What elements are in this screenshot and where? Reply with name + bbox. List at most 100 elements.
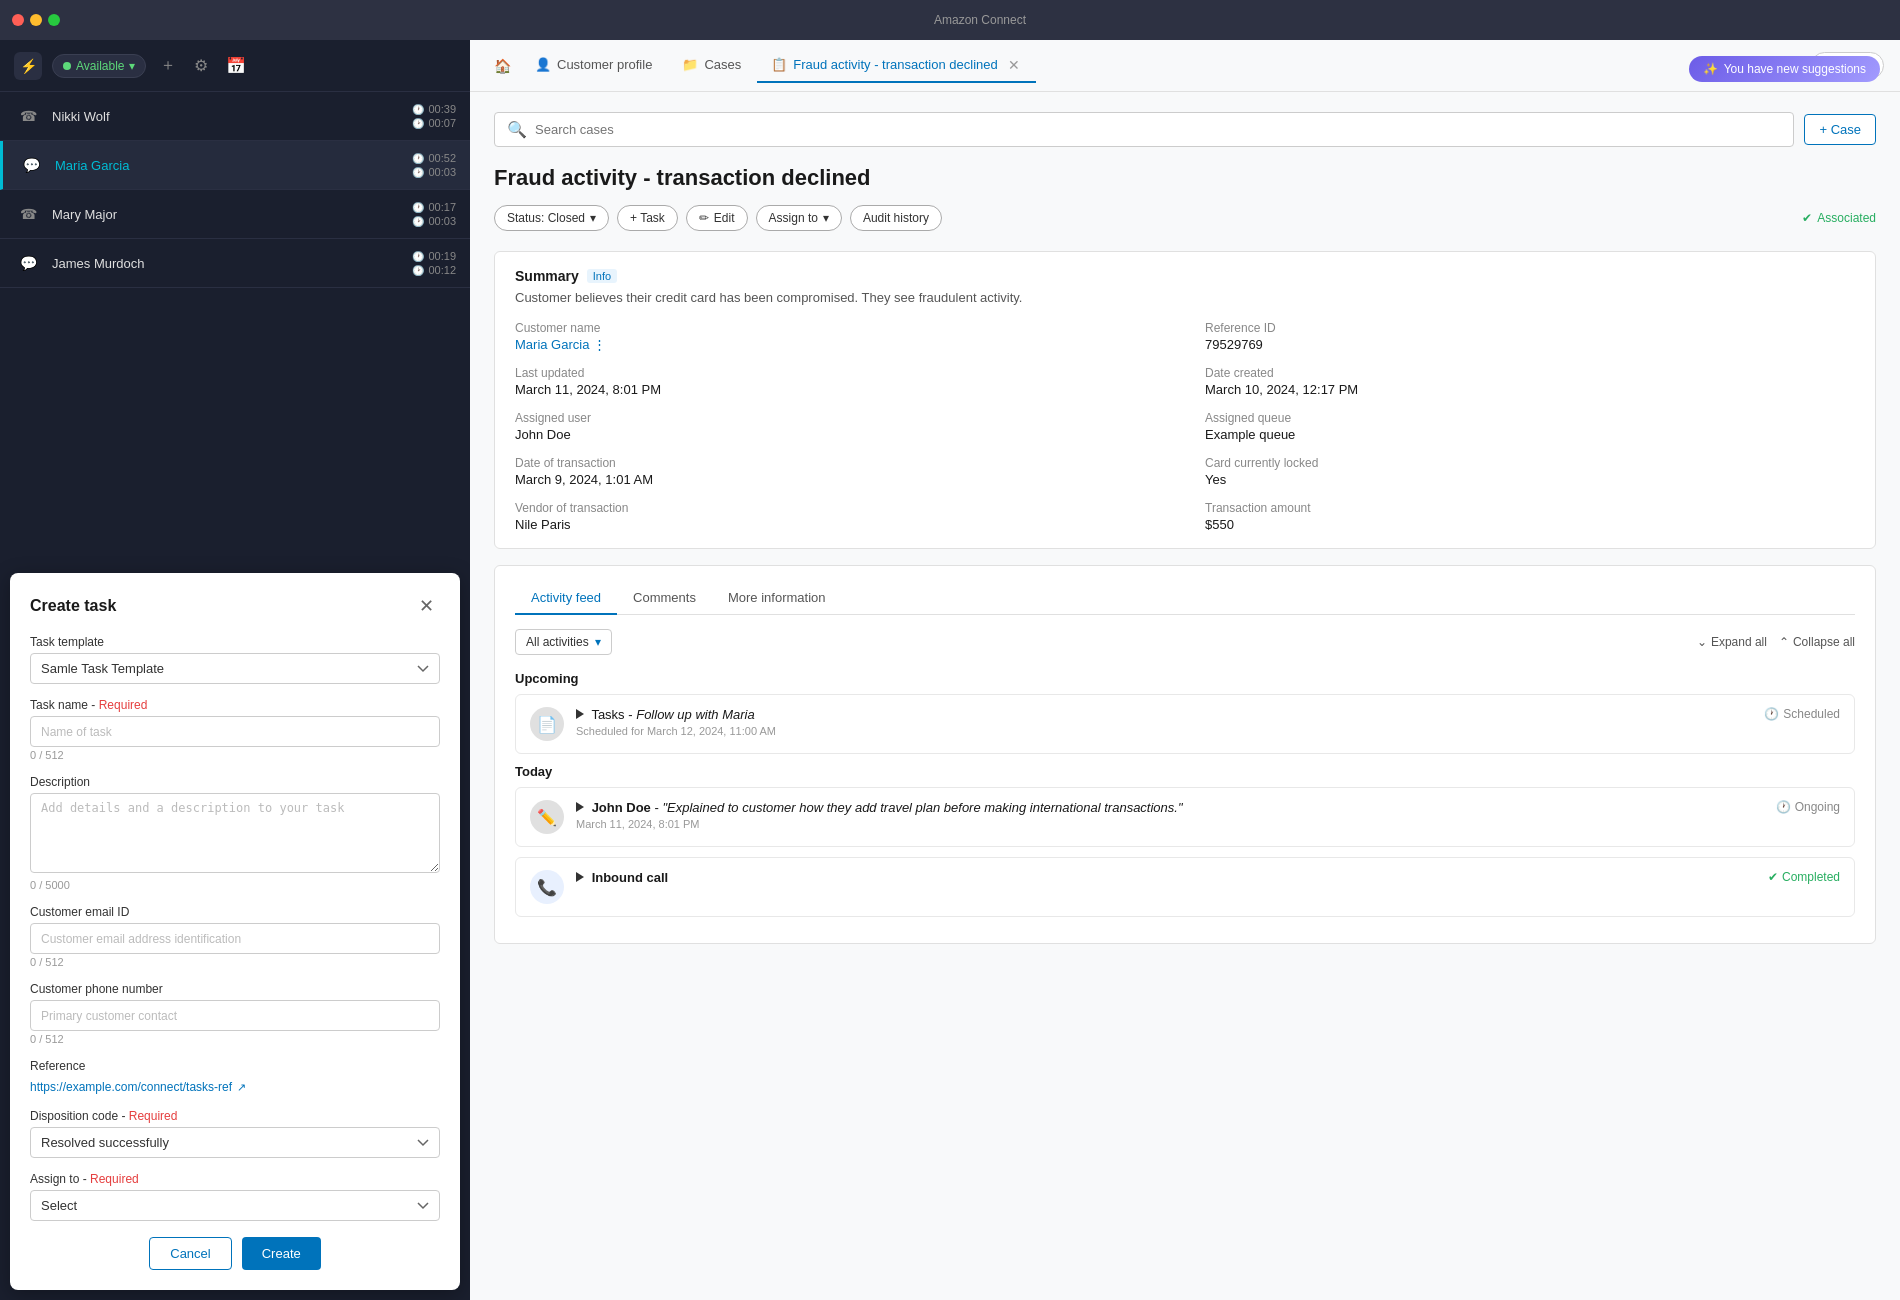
status-label: Available — [76, 59, 124, 73]
home-tab[interactable]: 🏠 — [486, 50, 519, 82]
tab-cases[interactable]: 📁 Cases — [668, 49, 755, 82]
activity-time: March 11, 2024, 8:01 PM — [576, 818, 1764, 830]
summary-field-card-locked: Card currently locked Yes — [1205, 456, 1855, 487]
expand-down-icon: ⌄ — [1697, 635, 1707, 649]
contact-times: 🕐00:39 🕑00:07 — [412, 103, 456, 129]
tab-comments[interactable]: Comments — [617, 582, 712, 615]
filter-chevron: ▾ — [595, 635, 601, 649]
edit-icon: ✏ — [699, 211, 709, 225]
create-button[interactable]: Create — [242, 1237, 321, 1270]
edit-label: Edit — [714, 211, 735, 225]
assign-to-button[interactable]: Assign to ▾ — [756, 205, 842, 231]
summary-field-reference-id: Reference ID 79529769 — [1205, 321, 1855, 352]
contact-icon: 💬 — [14, 249, 42, 277]
activity-title: John Doe - "Explained to customer how th… — [576, 800, 1764, 815]
reference-group: Reference https://example.com/connect/ta… — [30, 1059, 440, 1095]
minimize-traffic-light[interactable] — [30, 14, 42, 26]
contact-item[interactable]: 💬 James Murdoch 🕐00:19 🕑00:12 — [0, 239, 470, 288]
description-char-count: 0 / 5000 — [30, 879, 440, 891]
status-button[interactable]: Status: Closed ▾ — [494, 205, 609, 231]
external-link-icon: ↗ — [237, 1081, 246, 1093]
contact-item[interactable]: ☎ Nikki Wolf 🕐00:39 🕑00:07 — [0, 92, 470, 141]
search-bar-wrapper: 🔍 + Case — [494, 112, 1876, 147]
suggestions-button[interactable]: ✨ You have new suggestions — [1689, 56, 1880, 82]
summary-field-date-transaction: Date of transaction March 9, 2024, 1:01 … — [515, 456, 1165, 487]
summary-grid: Customer name Maria Garcia ⋮ Reference I… — [515, 321, 1855, 532]
add-button[interactable]: ＋ — [156, 51, 180, 80]
panel-close-button[interactable]: ✕ — [413, 593, 440, 619]
expand-all-button[interactable]: ⌄ Expand all — [1697, 635, 1767, 649]
phone-char-count: 0 / 512 — [30, 1033, 440, 1045]
window-title: Amazon Connect — [72, 13, 1888, 27]
activity-filter-dropdown[interactable]: All activities ▾ — [515, 629, 612, 655]
tab-activity-feed[interactable]: Activity feed — [515, 582, 617, 615]
activity-controls: All activities ▾ ⌄ Expand all ⌃ Collapse… — [515, 629, 1855, 655]
phone-input[interactable] — [30, 1000, 440, 1031]
description-label: Description — [30, 775, 440, 789]
status-chevron: ▾ — [129, 59, 135, 73]
contact-icon: ☎ — [14, 102, 42, 130]
activity-item: 📞 Inbound call ✔ Completed — [515, 857, 1855, 917]
task-template-label: Task template — [30, 635, 440, 649]
activity-status: 🕐 Ongoing — [1776, 800, 1840, 814]
fullscreen-traffic-light[interactable] — [48, 14, 60, 26]
sidebar-topbar: ⚡ Available ▾ ＋ ⚙ 📅 — [0, 40, 470, 92]
summary-title: Summary — [515, 268, 579, 284]
edit-button[interactable]: ✏ Edit — [686, 205, 748, 231]
tab-customer-profile[interactable]: 👤 Customer profile — [521, 49, 666, 82]
status-indicator — [63, 62, 71, 70]
app-logo: ⚡ — [14, 52, 42, 80]
task-name-input[interactable] — [30, 716, 440, 747]
contact-item-active[interactable]: 💬 Maria Garcia 🕐00:52 🕑00:03 — [0, 141, 470, 190]
expand-collapse-controls: ⌄ Expand all ⌃ Collapse all — [1697, 635, 1855, 649]
description-textarea[interactable] — [30, 793, 440, 873]
suggestions-label: You have new suggestions — [1724, 62, 1866, 76]
tab-close-button[interactable]: ✕ — [1006, 57, 1022, 73]
titlebar: Amazon Connect — [0, 0, 1900, 40]
scheduled-icon: 🕐 — [1764, 707, 1779, 721]
collapse-all-button[interactable]: ⌃ Collapse all — [1779, 635, 1855, 649]
assign-label: Assign to - Required — [30, 1172, 440, 1186]
email-char-count: 0 / 512 — [30, 956, 440, 968]
search-icon: 🔍 — [507, 120, 527, 139]
disposition-group: Disposition code - Required Resolved suc… — [30, 1109, 440, 1158]
audit-history-button[interactable]: Audit history — [850, 205, 942, 231]
summary-field-vendor: Vendor of transaction Nile Paris — [515, 501, 1165, 532]
tab-more-information[interactable]: More information — [712, 582, 842, 615]
cancel-button[interactable]: Cancel — [149, 1237, 231, 1270]
contact-name: James Murdoch — [52, 256, 402, 271]
info-badge: Info — [587, 269, 617, 283]
task-template-select[interactable]: Samle Task Template — [30, 653, 440, 684]
search-input[interactable] — [535, 122, 1781, 137]
activity-status: 🕐 Scheduled — [1764, 707, 1840, 721]
fraud-activity-icon: 📋 — [771, 57, 787, 72]
calendar-button[interactable]: 📅 — [222, 52, 250, 79]
more-icon: ⋮ — [593, 337, 606, 352]
case-content: 🔍 + Case Fraud activity - transaction de… — [470, 92, 1900, 1300]
close-traffic-light[interactable] — [12, 14, 24, 26]
disposition-select[interactable]: Resolved successfully — [30, 1127, 440, 1158]
reference-link[interactable]: https://example.com/connect/tasks-ref — [30, 1080, 232, 1094]
phone-group: Customer phone number 0 / 512 — [30, 982, 440, 1045]
status-button[interactable]: Available ▾ — [52, 54, 146, 78]
task-button[interactable]: + Task — [617, 205, 678, 231]
customer-name-link[interactable]: Maria Garcia ⋮ — [515, 337, 1165, 352]
task-name-label: Task name - Required — [30, 698, 440, 712]
tab-fraud-activity[interactable]: 📋 Fraud activity - transaction declined … — [757, 49, 1035, 83]
main-topbar: 🏠 👤 Customer profile 📁 Cases 📋 Fraud act… — [470, 40, 1900, 92]
cases-icon: 📁 — [682, 57, 698, 72]
contact-name: Nikki Wolf — [52, 109, 402, 124]
contact-list: ☎ Nikki Wolf 🕐00:39 🕑00:07 💬 Maria Garci… — [0, 92, 470, 563]
contact-item[interactable]: ☎ Mary Major 🕐00:17 🕑00:03 — [0, 190, 470, 239]
activity-item: ✏️ John Doe - "Explained to customer how… — [515, 787, 1855, 847]
cases-label: Cases — [704, 57, 741, 72]
check-icon: ✔ — [1802, 211, 1812, 225]
new-case-button[interactable]: + Case — [1804, 114, 1876, 145]
summary-header: Summary Info — [515, 268, 1855, 284]
settings-button[interactable]: ⚙ — [190, 52, 212, 79]
assign-to-label: Assign to — [769, 211, 818, 225]
assign-select[interactable]: Select — [30, 1190, 440, 1221]
activity-title: Tasks - Follow up with Maria — [576, 707, 1752, 722]
activity-body: John Doe - "Explained to customer how th… — [576, 800, 1764, 830]
email-input[interactable] — [30, 923, 440, 954]
